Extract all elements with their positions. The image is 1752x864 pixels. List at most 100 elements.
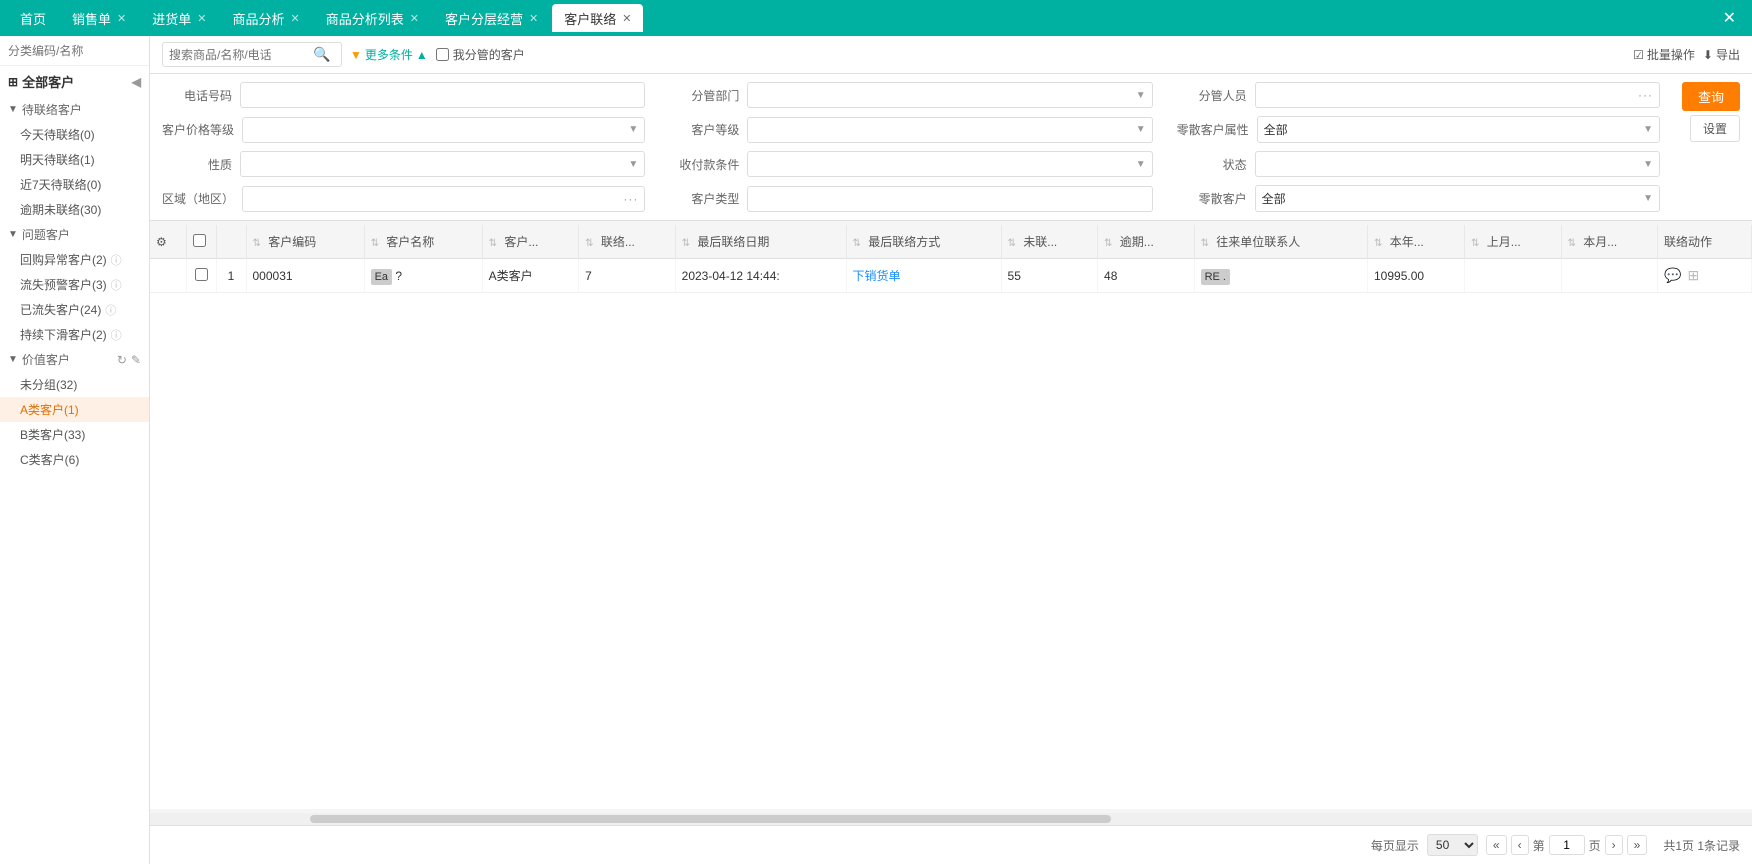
phone-filter: 电话号码	[162, 82, 645, 108]
last-page-btn[interactable]: »	[1627, 835, 1648, 855]
more-filter-btn[interactable]: ▼ 更多条件 ▲	[350, 46, 428, 63]
batch-op-button[interactable]: ☑ 批量操作	[1633, 46, 1695, 63]
retail-attr-input[interactable]: 全部 ▼	[1257, 116, 1660, 143]
purchase-tab-close[interactable]: ✕	[197, 12, 206, 25]
select-all-checkbox[interactable]	[193, 234, 206, 247]
scroll-thumb[interactable]	[310, 815, 1111, 823]
customer-segment-tab-close[interactable]: ✕	[529, 12, 538, 25]
window-close-button[interactable]: ✕	[1715, 8, 1744, 28]
last-date-col-header[interactable]: ⇅ 最后联络日期	[675, 225, 846, 259]
more-chevron-icon: ▲	[416, 48, 428, 62]
settings-col-header[interactable]: ⚙	[150, 225, 186, 259]
sidebar-search-input[interactable]	[8, 44, 150, 58]
my-customers-checkbox[interactable]: 我分管的客户	[436, 46, 525, 63]
search-input[interactable]	[169, 48, 309, 62]
product-list-tab[interactable]: 商品分析列表 ✕	[314, 4, 431, 32]
declining-item[interactable]: 持续下滑客户(2) ⓘ	[0, 322, 149, 347]
home-tab[interactable]: 首页	[8, 9, 58, 28]
week-pending-item[interactable]: 近7天待联络(0)	[0, 172, 149, 197]
nature-input[interactable]: ▼	[240, 151, 645, 177]
customer-contact-tab[interactable]: 客户联络 ✕	[552, 4, 643, 32]
sales-tab[interactable]: 销售单 ✕	[60, 4, 138, 32]
purchase-tab[interactable]: 进货单 ✕	[140, 4, 218, 32]
customer-segment-tab[interactable]: 客户分层经营 ✕	[433, 4, 550, 32]
code-col-header[interactable]: ⇅ 客户编码	[246, 225, 364, 259]
pagination: 每页显示 50 100 200 « ‹ 第 页 › » 共1页 1条记录	[150, 825, 1752, 864]
overdue-col-header[interactable]: ⇅ 逾期...	[1098, 225, 1195, 259]
refresh-icon[interactable]: ↻	[117, 353, 127, 367]
contact2-col-header[interactable]: ⇅ 往来单位联系人	[1194, 225, 1367, 259]
page-number-input[interactable]	[1549, 835, 1585, 855]
name-col-header[interactable]: ⇅ 客户名称	[364, 225, 482, 259]
a-class-item[interactable]: A类客户(1)	[0, 397, 149, 422]
first-page-btn[interactable]: «	[1486, 835, 1507, 855]
nature-chevron-icon: ▼	[628, 159, 638, 170]
customer-level-input[interactable]: ▼	[747, 117, 1152, 143]
this-year-col-header[interactable]: ⇅ 本年...	[1368, 225, 1465, 259]
price-level-input[interactable]: ▼	[242, 117, 645, 143]
region-label: 区域（地区）	[162, 190, 234, 207]
page-size-select[interactable]: 50 100 200	[1427, 834, 1478, 856]
name-sort-icon: ⇅	[371, 238, 379, 249]
next-page-btn[interactable]: ›	[1605, 835, 1623, 855]
today-pending-item[interactable]: 今天待联络(0)	[0, 122, 149, 147]
last-method-col-header[interactable]: ⇅ 最后联络方式	[846, 225, 1001, 259]
query-button[interactable]: 查询	[1682, 82, 1740, 111]
customer-contact-tab-close[interactable]: ✕	[622, 12, 631, 25]
row-checkbox[interactable]	[195, 268, 208, 281]
unclassified-item[interactable]: 未分组(32)	[0, 372, 149, 397]
sales-tab-close[interactable]: ✕	[117, 12, 126, 25]
message-icon[interactable]: 💬	[1664, 267, 1681, 284]
export-icon: ⬇	[1703, 48, 1713, 62]
my-customers-check[interactable]	[436, 48, 449, 61]
status-input[interactable]: ▼	[1255, 151, 1660, 177]
repurchase-abnormal-item[interactable]: 回购异常客户(2) ⓘ	[0, 247, 149, 272]
contact-col-header[interactable]: ⇅ 联络...	[579, 225, 676, 259]
person-input[interactable]: ···	[1255, 82, 1660, 108]
edit-icon[interactable]: ✎	[131, 353, 141, 367]
product-list-tab-close[interactable]: ✕	[410, 12, 419, 25]
product-analysis-tab-close[interactable]: ✕	[291, 12, 300, 25]
churn-warning-item[interactable]: 流失预警客户(3) ⓘ	[0, 272, 149, 297]
last-method-link[interactable]: 下销货单	[853, 269, 901, 283]
filter-buttons: 查询 设置	[1660, 82, 1740, 212]
tomorrow-pending-item[interactable]: 明天待联络(1)	[0, 147, 149, 172]
search-box[interactable]: 🔍	[162, 42, 342, 67]
pending-group[interactable]: ▼ 待联络客户	[0, 97, 149, 122]
product-analysis-tab[interactable]: 商品分析 ✕	[220, 4, 311, 32]
phone-input[interactable]	[240, 82, 645, 108]
level-col-header[interactable]: ⇅ 客户...	[482, 225, 579, 259]
search-icon[interactable]: 🔍	[313, 46, 330, 63]
sidebar-search-bar[interactable]: 🔍	[0, 36, 149, 66]
payment-input[interactable]: ▼	[747, 151, 1152, 177]
horizontal-scrollbar[interactable]	[150, 813, 1752, 825]
prev-page-btn[interactable]: ‹	[1511, 835, 1529, 855]
last-method-cell[interactable]: 下销货单	[846, 259, 1001, 293]
customer-type-input[interactable]	[747, 186, 1152, 212]
dept-input[interactable]: ▼	[747, 82, 1152, 108]
settings-button[interactable]: 设置	[1690, 115, 1740, 142]
region-dots-icon: ···	[623, 192, 638, 206]
retail-input[interactable]: 全部 ▼	[1255, 185, 1660, 212]
nature-label: 性质	[162, 156, 232, 173]
data-table-area: ⚙ ⇅ 客户编码 ⇅ 客户名称	[150, 225, 1752, 809]
action-cell: 💬 ⊞	[1658, 259, 1752, 293]
uncontacted-col-header[interactable]: ⇅ 未联...	[1001, 225, 1098, 259]
export-button[interactable]: ⬇ 导出	[1703, 46, 1740, 63]
last-month-col-header[interactable]: ⇅ 上月...	[1465, 225, 1562, 259]
checkbox-col-header[interactable]	[186, 225, 216, 259]
problem-group[interactable]: ▼ 问题客户	[0, 222, 149, 247]
region-input[interactable]: ···	[242, 186, 645, 212]
b-class-item[interactable]: B类客户(33)	[0, 422, 149, 447]
all-customers-header[interactable]: ⊞ 全部客户 ◀	[0, 66, 149, 97]
qr-icon[interactable]: ⊞	[1687, 267, 1699, 284]
row-checkbox-cell[interactable]	[186, 259, 216, 293]
this-month-col-header[interactable]: ⇅ 本月...	[1561, 225, 1658, 259]
churned-item[interactable]: 已流失客户(24) ⓘ	[0, 297, 149, 322]
person-filter: 分管人员 ···	[1177, 82, 1660, 108]
overdue-item[interactable]: 逾期未联络(30)	[0, 197, 149, 222]
last-month-sort-icon: ⇅	[1471, 238, 1479, 249]
sidebar-collapse-icon[interactable]: ◀	[132, 75, 141, 89]
c-class-item[interactable]: C类客户(6)	[0, 447, 149, 472]
filter-row-2: 客户价格等级 ▼ 客户等级 ▼	[162, 116, 1660, 143]
